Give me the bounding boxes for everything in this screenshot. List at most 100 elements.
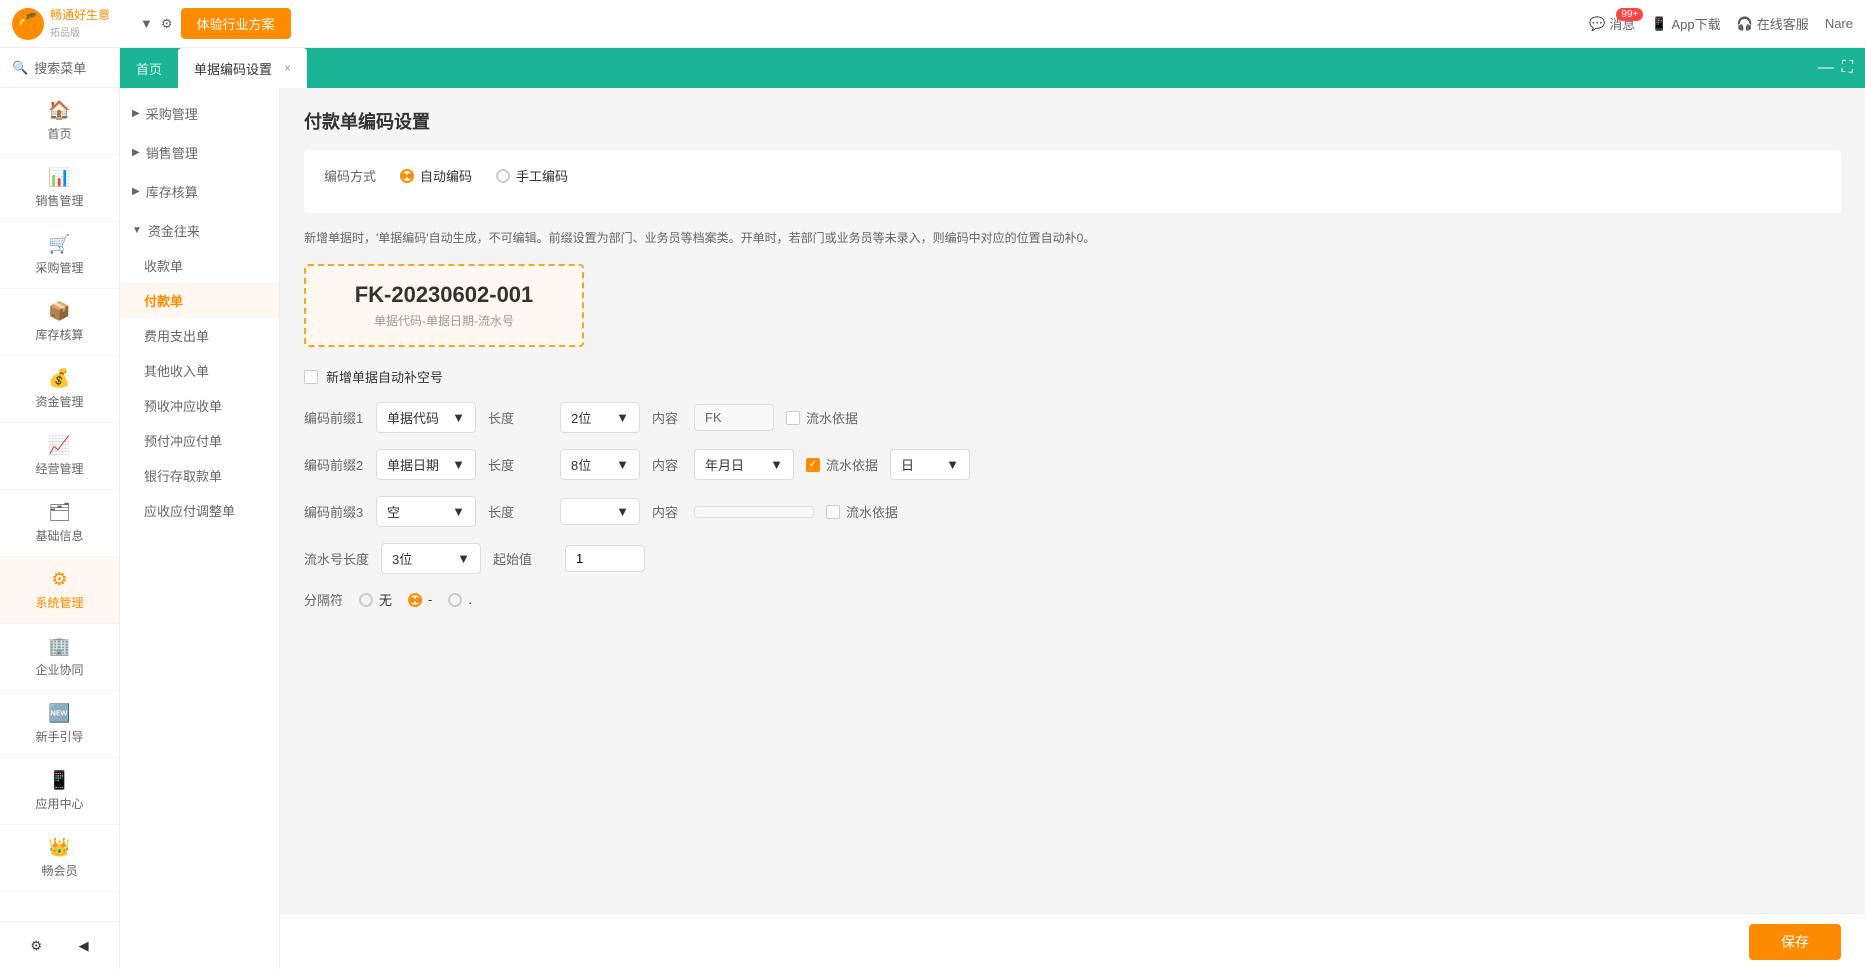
prefix1-chevron: ▼ (452, 410, 465, 425)
sub-group-inventory-label: 库存核算 (146, 182, 198, 201)
sidebar-item-finance[interactable]: 💰 资金管理 (0, 356, 119, 423)
tab-minimize-icon[interactable]: — (1818, 59, 1834, 77)
sidebar-item-basic[interactable]: 🗂 基础信息 (0, 490, 119, 557)
prefix2-value-select[interactable]: 单据日期 ▼ (376, 449, 476, 480)
prefix3-value-select[interactable]: 空 ▼ (376, 496, 476, 527)
message-btn[interactable]: 💬 消息 99+ (1589, 14, 1635, 33)
separator-dot[interactable]: . (448, 592, 472, 607)
sidebar-item-operations[interactable]: 📈 经营管理 (0, 423, 119, 490)
prefix1-value-select[interactable]: 单据代码 ▼ (376, 402, 476, 433)
tab-close-icon[interactable]: × (284, 61, 291, 75)
prefix2-length-value: 8位 (571, 455, 591, 474)
sidebar-label-home: 首页 (47, 125, 71, 142)
sidebar-item-enterprise[interactable]: 🏢 企业协同 (0, 624, 119, 691)
bottom-collapse-icon[interactable]: ◀ (79, 938, 89, 954)
sub-item-expense[interactable]: 费用支出单 (120, 318, 279, 353)
prefix1-stream[interactable]: 流水依据 (786, 408, 858, 427)
auto-encode-radio[interactable]: 自动编码 (400, 166, 472, 185)
sub-group-purchase-title[interactable]: ▶ 采购管理 (120, 96, 279, 131)
prefix1-label: 编码前缀1 (304, 408, 364, 427)
sidebar-item-guide[interactable]: 🆕 新手引导 (0, 691, 119, 758)
gear-icon: ⚙ (161, 16, 173, 32)
main-content: ▶ 采购管理 ▶ 销售管理 ▶ 库存核算 (120, 88, 1865, 969)
finance-icon: 💰 (48, 368, 70, 389)
separator-none-label: 无 (379, 590, 392, 609)
nav-dropdown[interactable]: ▼ (140, 16, 153, 31)
app-download-btn[interactable]: 📱 App下载 (1651, 14, 1720, 33)
chevron-down-icon-2: ▼ (132, 225, 142, 236)
prefix1-length-chevron: ▼ (616, 410, 629, 425)
prefix2-stream-unit-select[interactable]: 日 ▼ (890, 449, 970, 480)
tab-maximize-icon[interactable]: ⛶ (1842, 59, 1853, 77)
sub-item-payment[interactable]: 付款单 (120, 283, 279, 318)
sidebar-label-system: 系统管理 (35, 594, 83, 611)
prefix2-content-select[interactable]: 年月日 ▼ (694, 449, 794, 480)
separator-none[interactable]: 无 (359, 590, 392, 609)
sub-group-capital-title[interactable]: ▼ 资金往来 (120, 213, 279, 248)
serial-start-input[interactable] (565, 545, 645, 572)
tab-home[interactable]: 首页 (120, 48, 178, 88)
prefix2-content-label: 内容 (652, 455, 682, 474)
preview-desc: 单据代码-单据日期-流水号 (330, 312, 558, 329)
sales-icon: 📊 (48, 167, 70, 188)
sidebar-item-sales[interactable]: 📊 销售管理 (0, 155, 119, 222)
tab-encoding[interactable]: 单据编码设置 × (178, 48, 307, 88)
auto-fill-checkbox[interactable] (304, 370, 318, 384)
auto-encode-dot (400, 169, 414, 183)
sub-item-receipt[interactable]: 收款单 (120, 248, 279, 283)
prefix1-length-select[interactable]: 2位 ▼ (560, 402, 640, 433)
sub-group-purchase: ▶ 采购管理 (120, 96, 279, 131)
online-service-btn[interactable]: 🎧 在线客服 (1737, 14, 1809, 33)
sub-item-prepay-payable[interactable]: 预付冲应付单 (120, 423, 279, 458)
prefix3-stream[interactable]: 流水依据 (826, 502, 898, 521)
app-download-label: App下载 (1671, 14, 1720, 33)
settings-btn[interactable]: ⚙ (161, 16, 173, 32)
experience-btn[interactable]: 体验行业方案 (181, 8, 291, 39)
separator-dash[interactable]: - (408, 592, 432, 607)
save-button[interactable]: 保存 (1749, 924, 1841, 960)
prefix2-stream-unit: 日 (901, 455, 914, 474)
serial-length-chevron: ▼ (457, 551, 470, 566)
sidebar-item-apps[interactable]: 📱 应用中心 (0, 758, 119, 825)
sidebar-bottom: ⚙ ◀ (0, 921, 120, 969)
prefix2-label: 编码前缀2 (304, 455, 364, 474)
page-content: 付款单编码设置 编码方式 自动编码 (280, 88, 1865, 913)
user-name[interactable]: Nare (1825, 16, 1853, 31)
sidebar-item-system[interactable]: ⚙ 系统管理 (0, 557, 119, 624)
sidebar-label-member: 畅会员 (41, 862, 77, 879)
prefix3-length-select[interactable]: ▼ (560, 498, 640, 525)
sidebar-item-purchase[interactable]: 🛒 采购管理 (0, 222, 119, 289)
sub-item-receivable-adjust[interactable]: 应收应付调整单 (120, 493, 279, 528)
sidebar-item-member[interactable]: 👑 畅会员 (0, 825, 119, 892)
serial-length-value: 3位 (392, 549, 412, 568)
sub-group-sales: ▶ 销售管理 (120, 135, 279, 170)
prefix1-stream-checkbox[interactable] (786, 411, 800, 425)
serial-start-label: 起始值 (493, 549, 553, 568)
sidebar-item-home[interactable]: 🏠 首页 (0, 88, 119, 155)
logo-area: 🍊 畅通好生意 拓品版 (12, 8, 132, 40)
sidebar: 🔍 搜索菜单 🏠 首页 📊 销售管理 🛒 采购管理 📦 库存核算 💰 资金管理 … (0, 48, 120, 969)
prefix2-stream-checkbox[interactable]: ✓ (806, 458, 820, 472)
sub-group-sales-title[interactable]: ▶ 销售管理 (120, 135, 279, 170)
top-bar: 🍊 畅通好生意 拓品版 ▼ ⚙ 体验行业方案 💬 消息 99+ 📱 App下载 (0, 0, 1865, 48)
sub-item-prepay-receivable[interactable]: 预收冲应收单 (120, 388, 279, 423)
guide-icon: 🆕 (48, 703, 70, 724)
prefix2-stream[interactable]: ✓ 流水依据 (806, 455, 878, 474)
bottom-settings-icon[interactable]: ⚙ (30, 938, 42, 954)
prefix3-chevron: ▼ (452, 504, 465, 519)
main-layout: 🔍 搜索菜单 🏠 首页 📊 销售管理 🛒 采购管理 📦 库存核算 💰 资金管理 … (0, 48, 1865, 969)
sidebar-item-inventory[interactable]: 📦 库存核算 (0, 289, 119, 356)
manual-encode-radio[interactable]: 手工编码 (496, 166, 568, 185)
prefix2-content-value: 年月日 (705, 455, 744, 474)
prefix3-stream-checkbox[interactable] (826, 505, 840, 519)
page-wrapper: 付款单编码设置 编码方式 自动编码 (280, 88, 1865, 969)
sub-item-bank-deposit[interactable]: 银行存取款单 (120, 458, 279, 493)
logo-sub: 拓品版 (50, 24, 110, 39)
auto-fill-row: 新增单据自动补空号 (304, 367, 1841, 386)
sidebar-search[interactable]: 🔍 搜索菜单 (0, 48, 119, 88)
serial-length-select[interactable]: 3位 ▼ (381, 543, 481, 574)
sub-item-other-income[interactable]: 其他收入单 (120, 353, 279, 388)
system-icon: ⚙ (51, 569, 67, 590)
prefix2-length-select[interactable]: 8位 ▼ (560, 449, 640, 480)
sub-group-inventory-title[interactable]: ▶ 库存核算 (120, 174, 279, 209)
